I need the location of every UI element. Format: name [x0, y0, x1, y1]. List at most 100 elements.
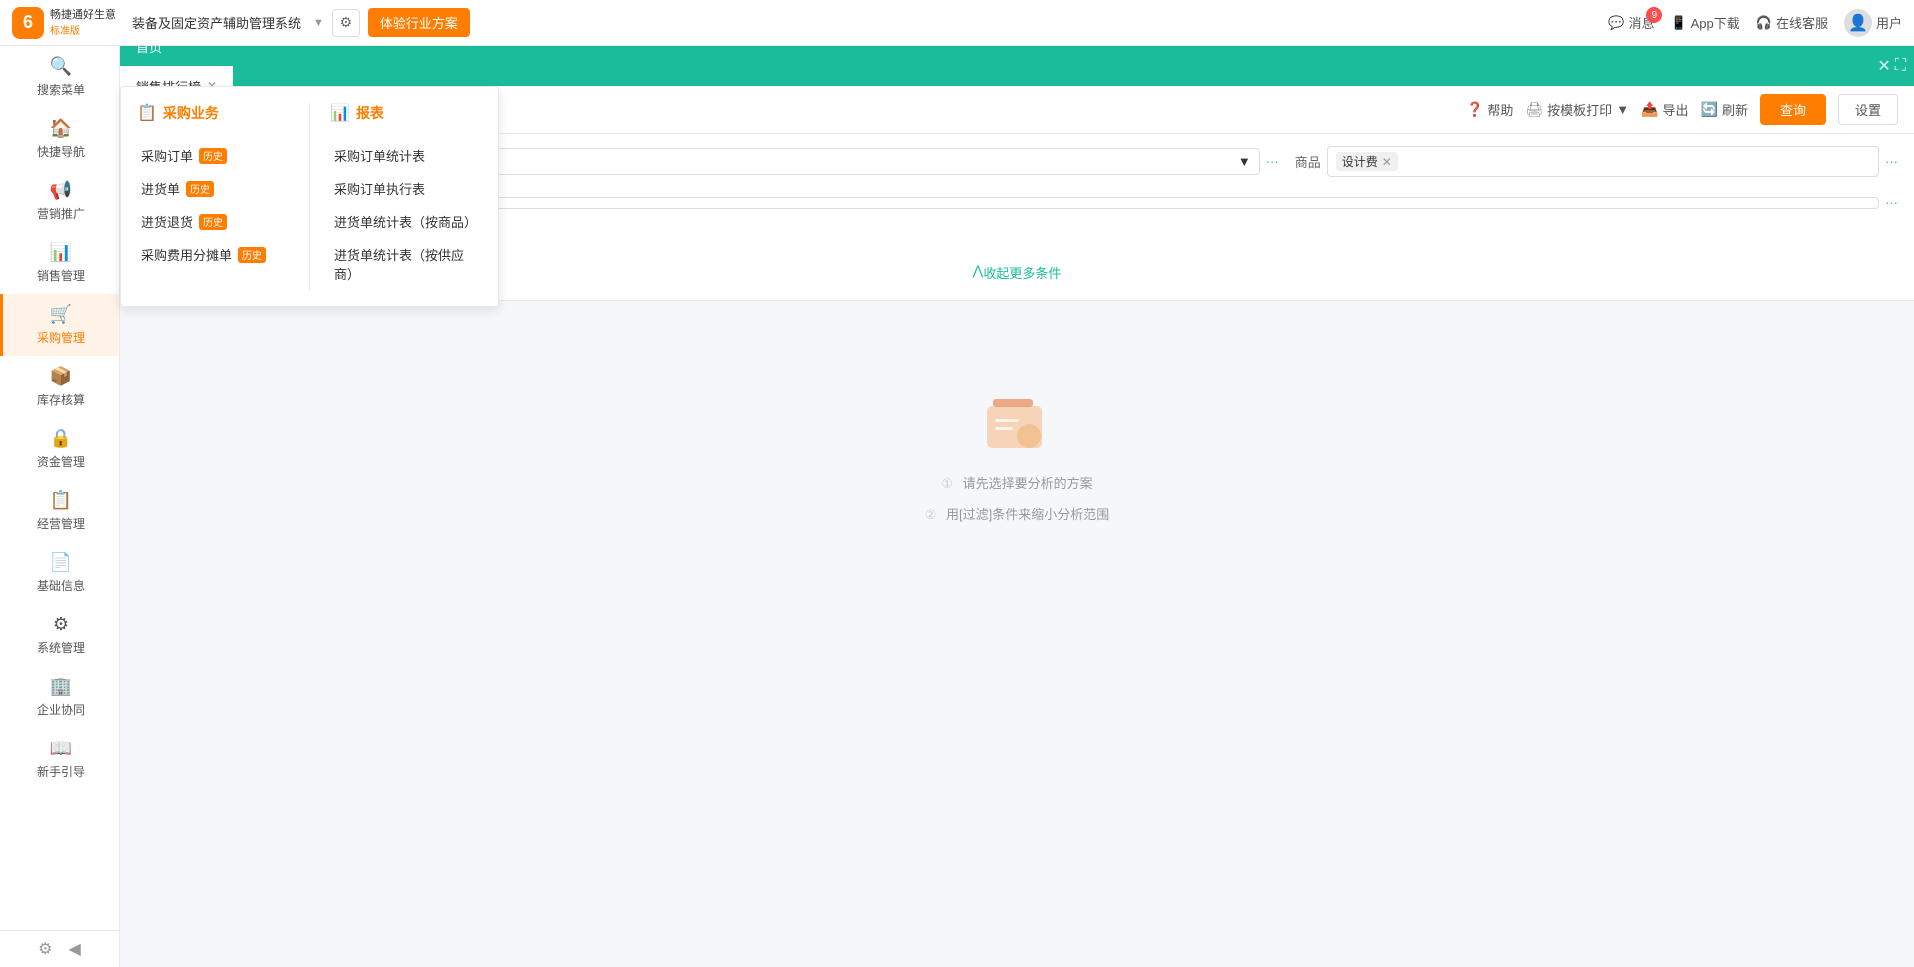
filter-salesperson: 业务员 ··· — [370, 193, 1898, 212]
sidebar-bottom: ⚙ ◀ — [0, 930, 119, 967]
print-dropdown-icon[interactable]: ▼ — [1616, 102, 1629, 117]
messages-btn[interactable]: 💬 消息 9 — [1608, 13, 1654, 32]
empty-state: ① 请先选择要分析的方案 ② 用[过滤]条件来缩小分析范围 — [120, 301, 1914, 603]
sales-icon: 📊 — [50, 242, 72, 263]
goods-tag-close[interactable]: ✕ — [1382, 155, 1392, 169]
user-avatar: 👤 — [1844, 9, 1872, 37]
export-icon: 📤 — [1641, 101, 1658, 118]
app-download-btn[interactable]: 📱 App下载 — [1670, 13, 1739, 32]
enterprise-icon: 🏢 — [50, 676, 72, 697]
empty-hint-1: ① 请先选择要分析的方案 — [941, 473, 1092, 492]
print-icon: 🖨 — [1525, 101, 1543, 118]
purchase-col-icon: 📋 — [137, 103, 157, 123]
empty-hint-2: ② 用[过滤]条件来缩小分析范围 — [925, 504, 1110, 523]
sidebar-item-inventory[interactable]: 📦库存核算 — [0, 356, 119, 418]
history-tag: 历史 — [199, 148, 227, 164]
more-salesperson[interactable]: ··· — [1885, 195, 1898, 210]
dropdown-menu: 📋 采购业务 采购订单历史进货单历史进货退货历史采购费用分摊单历史 📊 报表 采… — [120, 86, 499, 307]
select-arrow: ▼ — [1238, 154, 1251, 169]
dropdown-item-采购费用分摊单[interactable]: 采购费用分摊单历史 — [137, 238, 289, 271]
online-service-btn[interactable]: 🎧 在线客服 — [1756, 13, 1828, 32]
industry-btn[interactable]: 体验行业方案 — [368, 8, 470, 37]
dropdown-item-采购订单[interactable]: 采购订单历史 — [137, 139, 289, 172]
finance-icon: 🔒 — [50, 428, 72, 449]
tab-expand: ✕ ⛶ — [1877, 56, 1914, 76]
top-header: 6 畅捷通好生意 标准版 装备及固定资产辅助管理系统 ▼ ⚙ 体验行业方案 💬 … — [0, 0, 1914, 46]
purchase-icon: 🛒 — [50, 304, 72, 325]
logo-badge: 标准版 — [50, 22, 116, 37]
logo-icon: 6 — [12, 7, 44, 39]
refresh-btn[interactable]: 🔄 刷新 — [1701, 100, 1748, 119]
help-icon: ❓ — [1466, 101, 1483, 118]
sidebar-items: 🔍搜索菜单🏠快捷导航📢营销推广📊销售管理🛒采购管理📦库存核算🔒资金管理📋经营管理… — [0, 46, 119, 790]
sidebar: 🔍搜索菜单🏠快捷导航📢营销推广📊销售管理🛒采购管理📦库存核算🔒资金管理📋经营管理… — [0, 46, 120, 967]
message-icon: 💬 — [1608, 15, 1624, 31]
tab-bar: 首页销售排行榜✕ ✕ ⛶ — [120, 46, 1914, 86]
help-btn[interactable]: ❓ 帮助 — [1466, 100, 1513, 119]
headset-icon: 🎧 — [1756, 15, 1772, 31]
filter-voucher-status: 单据状态 ▼ ··· — [374, 148, 1279, 175]
tab-maximize-icon[interactable]: ⛶ — [1895, 57, 1906, 75]
goods-tag: 设计费 ✕ — [1336, 152, 1398, 171]
header-settings-icon[interactable]: ⚙ — [332, 9, 360, 37]
sidebar-settings-icon[interactable]: ⚙ — [38, 939, 52, 959]
guide-icon: 📖 — [50, 738, 72, 759]
messages-badge: 9 — [1646, 7, 1662, 23]
goods-input[interactable]: 设计费 ✕ — [1327, 146, 1879, 177]
voucher-status-select[interactable]: ▼ — [432, 148, 1260, 175]
dropdown-col1-items: 采购订单历史进货单历史进货退货历史采购费用分摊单历史 — [137, 139, 289, 271]
sidebar-item-purchase[interactable]: 🛒采购管理 — [0, 294, 119, 356]
empty-svg — [977, 381, 1057, 461]
inventory-icon: 📦 — [50, 366, 72, 387]
system-title: 装备及固定资产辅助管理系统 — [132, 13, 301, 32]
query-btn[interactable]: 查询 — [1760, 94, 1826, 125]
dropdown-item-进货单统计表（按商品）[interactable]: 进货单统计表（按商品） — [330, 205, 482, 238]
dropdown-item-进货单统计表（按供应商）[interactable]: 进货单统计表（按供应商） — [330, 238, 482, 290]
dropdown-item-进货退货[interactable]: 进货退货历史 — [137, 205, 289, 238]
filter-goods: 商品 设计费 ✕ ··· — [1295, 146, 1898, 177]
sidebar-item-enterprise[interactable]: 🏢企业协同 — [0, 666, 119, 728]
empty-icon — [977, 381, 1057, 461]
history-tag: 历史 — [186, 181, 214, 197]
header-center: 装备及固定资产辅助管理系统 ▼ ⚙ 体验行业方案 — [132, 8, 1608, 37]
print-btn[interactable]: 🖨 按模板打印 ▼ — [1525, 100, 1629, 119]
sidebar-item-quicknav[interactable]: 🏠快捷导航 — [0, 108, 119, 170]
user-btn[interactable]: 👤 用户 — [1844, 9, 1902, 37]
search-icon: 🔍 — [50, 56, 72, 77]
sidebar-item-sales[interactable]: 📊销售管理 — [0, 232, 119, 294]
sidebar-item-marketing[interactable]: 📢营销推广 — [0, 170, 119, 232]
dropdown-col-report-title: 📊 报表 — [330, 103, 482, 129]
header-right: 💬 消息 9 📱 App下载 🎧 在线客服 👤 用户 — [1608, 9, 1902, 37]
more-options[interactable]: ··· — [1266, 154, 1279, 169]
history-tag: 历史 — [238, 247, 266, 263]
dropdown-item-采购订单执行表[interactable]: 采购订单执行表 — [330, 172, 482, 205]
export-btn[interactable]: 📤 导出 — [1641, 100, 1688, 119]
sidebar-item-operation[interactable]: 📋经营管理 — [0, 480, 119, 542]
sidebar-item-guide[interactable]: 📖新手引导 — [0, 728, 119, 790]
dropdown-item-采购订单统计表[interactable]: 采购订单统计表 — [330, 139, 482, 172]
filter-settings-btn[interactable]: 设置 — [1838, 94, 1898, 125]
logo-text: 畅捷通好生意 — [50, 8, 116, 22]
dropdown-divider — [309, 103, 310, 290]
marketing-icon: 📢 — [50, 180, 72, 201]
salesperson-input[interactable] — [415, 197, 1879, 209]
operation-icon: 📋 — [50, 490, 72, 511]
phone-icon: 📱 — [1670, 15, 1686, 31]
sidebar-item-finance[interactable]: 🔒资金管理 — [0, 418, 119, 480]
history-tag: 历史 — [199, 214, 227, 230]
dropdown-col-purchase-title: 📋 采购业务 — [137, 103, 289, 129]
quicknav-icon: 🏠 — [50, 118, 72, 139]
sidebar-item-basicinfo[interactable]: 📄基础信息 — [0, 542, 119, 604]
dropdown-col-purchase: 📋 采购业务 采购订单历史进货单历史进货退货历史采购费用分摊单历史 — [137, 103, 289, 290]
dropdown-col-report: 📊 报表 采购订单统计表采购订单执行表进货单统计表（按商品）进货单统计表（按供应… — [330, 103, 482, 290]
refresh-icon: 🔄 — [1701, 101, 1718, 118]
sidebar-item-search[interactable]: 🔍搜索菜单 — [0, 46, 119, 108]
sidebar-collapse-icon[interactable]: ◀ — [69, 939, 81, 959]
system-dropdown-arrow[interactable]: ▼ — [313, 17, 324, 29]
sidebar-item-system[interactable]: ⚙系统管理 — [0, 604, 119, 666]
more-goods[interactable]: ··· — [1885, 154, 1898, 169]
logo-area: 6 畅捷通好生意 标准版 — [12, 7, 132, 39]
dropdown-item-进货单[interactable]: 进货单历史 — [137, 172, 289, 205]
tab-close-all-icon[interactable]: ✕ — [1877, 56, 1890, 76]
dropdown-col2-items: 采购订单统计表采购订单执行表进货单统计表（按商品）进货单统计表（按供应商） — [330, 139, 482, 290]
